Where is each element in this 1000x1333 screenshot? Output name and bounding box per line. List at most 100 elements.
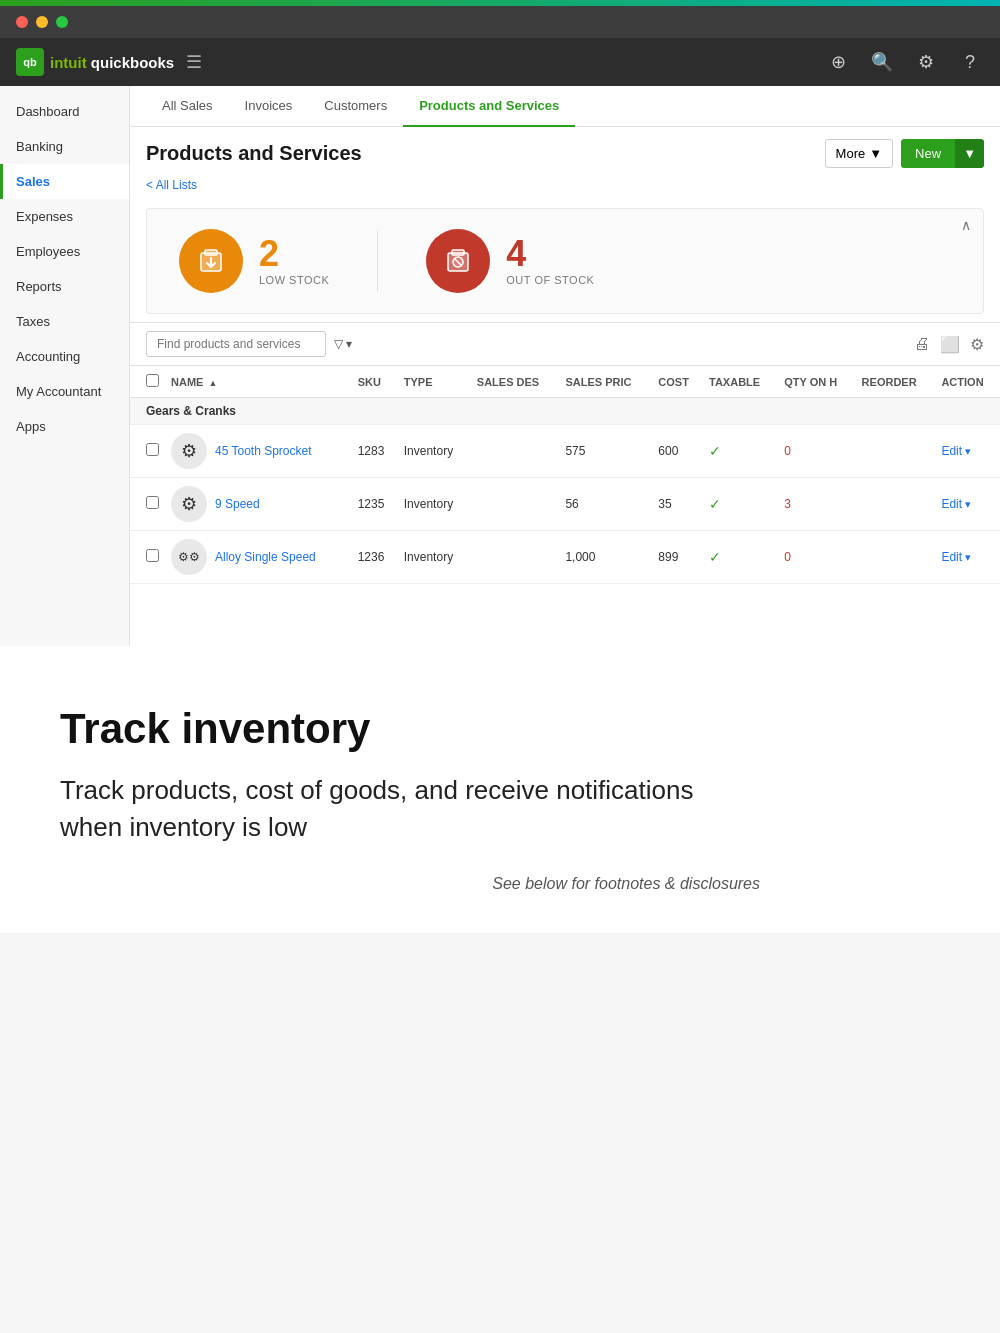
table-toolbar: ▽ ▾ 🖨 ⬜ ⚙: [130, 322, 1000, 365]
maximize-dot[interactable]: [56, 16, 68, 28]
page-header: Products and Services More ▼ New ▼: [130, 127, 1000, 176]
sidebar-item-sales[interactable]: Sales: [0, 164, 129, 199]
minimize-dot[interactable]: [36, 16, 48, 28]
tab-products-and-services[interactable]: Products and Services: [403, 86, 575, 127]
sidebar-item-taxes[interactable]: Taxes: [0, 304, 129, 339]
sidebar-item-reports[interactable]: Reports: [0, 269, 129, 304]
row2-edit-link[interactable]: Edit: [941, 497, 962, 511]
row1-checkbox[interactable]: [146, 443, 159, 456]
top-nav: qb intuit quickbooks ☰ ⊕ 🔍 ⚙ ?: [0, 38, 1000, 86]
row3-reorder: [856, 531, 936, 584]
low-stock-icon: [179, 229, 243, 293]
add-icon[interactable]: ⊕: [824, 48, 852, 76]
select-all-checkbox[interactable]: [146, 374, 159, 387]
search-icon[interactable]: 🔍: [868, 48, 896, 76]
new-button[interactable]: New: [901, 139, 955, 168]
out-of-stock-stat: 4 OUT OF STOCK: [426, 229, 594, 293]
col-reorder[interactable]: REORDER: [856, 366, 936, 398]
tab-invoices[interactable]: Invoices: [229, 86, 309, 127]
help-icon[interactable]: ?: [956, 48, 984, 76]
low-stock-label: LOW STOCK: [259, 274, 329, 286]
sidebar-item-apps[interactable]: Apps: [0, 409, 129, 444]
row3-sales-desc: [471, 531, 560, 584]
col-name[interactable]: NAME ▲: [165, 366, 352, 398]
row3-sales-price: 1,000: [559, 531, 652, 584]
row2-action-cell: Edit ▾: [935, 478, 1000, 531]
sidebar-item-dashboard[interactable]: Dashboard: [0, 94, 129, 129]
col-sales-desc[interactable]: SALES DES: [471, 366, 560, 398]
export-icon[interactable]: ⬜: [940, 335, 960, 354]
sidebar-item-expenses[interactable]: Expenses: [0, 199, 129, 234]
sidebar-item-banking[interactable]: Banking: [0, 129, 129, 164]
row2-type: Inventory: [398, 478, 471, 531]
table-row: ⚙ 9 Speed 1235 Inventory 56 35 ✓ 3: [130, 478, 1000, 531]
row1-edit-link[interactable]: Edit: [941, 444, 962, 458]
marketing-section: Track inventory Track products, cost of …: [0, 646, 1000, 933]
row3-taxable-check: ✓: [709, 549, 721, 565]
col-taxable[interactable]: TAXABLE: [703, 366, 778, 398]
row2-edit-arrow-icon[interactable]: ▾: [965, 498, 971, 510]
more-button[interactable]: More ▼: [825, 139, 894, 168]
row2-name-cell: ⚙ 9 Speed: [165, 478, 352, 531]
col-cost[interactable]: COST: [652, 366, 703, 398]
gear-icon[interactable]: ⚙: [912, 48, 940, 76]
print-icon[interactable]: 🖨: [914, 335, 930, 354]
row3-checkbox-cell: [130, 531, 165, 584]
col-type[interactable]: TYPE: [398, 366, 471, 398]
search-input[interactable]: [146, 331, 326, 357]
col-qty-on-hand[interactable]: QTY ON H: [778, 366, 855, 398]
row2-sales-price: 56: [559, 478, 652, 531]
row1-checkbox-cell: [130, 425, 165, 478]
col-sku[interactable]: SKU: [352, 366, 398, 398]
product-group-row: Gears & Cranks: [130, 398, 1000, 425]
tab-bar: All Sales Invoices Customers Products an…: [130, 86, 1000, 127]
row1-sales-price: 575: [559, 425, 652, 478]
row3-qty-value: 0: [784, 550, 791, 564]
row2-sales-desc: [471, 478, 560, 531]
svg-rect-3: [452, 250, 464, 255]
breadcrumb[interactable]: All Lists: [130, 176, 1000, 200]
tab-all-sales[interactable]: All Sales: [146, 86, 229, 127]
row1-cost: 600: [652, 425, 703, 478]
hamburger-icon[interactable]: ☰: [186, 51, 202, 73]
filter-icon: ▽: [334, 337, 343, 351]
qb-brand-text: intuit quickbooks: [50, 54, 174, 71]
out-of-stock-icon: [426, 229, 490, 293]
row3-edit-link[interactable]: Edit: [941, 550, 962, 564]
row3-sku: 1236: [352, 531, 398, 584]
close-dot[interactable]: [16, 16, 28, 28]
row3-name-cell: ⚙⚙ Alloy Single Speed: [165, 531, 352, 584]
out-of-stock-number: 4: [506, 236, 594, 272]
sidebar-item-my-accountant[interactable]: My Accountant: [0, 374, 129, 409]
row1-sku: 1283: [352, 425, 398, 478]
low-stock-info: 2 LOW STOCK: [259, 236, 329, 286]
sidebar-item-employees[interactable]: Employees: [0, 234, 129, 269]
collapse-banner-icon[interactable]: ∧: [961, 217, 971, 233]
row1-taxable: ✓: [703, 425, 778, 478]
sidebar-item-accounting[interactable]: Accounting: [0, 339, 129, 374]
row2-checkbox-cell: [130, 478, 165, 531]
row3-edit-arrow-icon[interactable]: ▾: [965, 551, 971, 563]
tab-customers[interactable]: Customers: [308, 86, 403, 127]
row2-checkbox[interactable]: [146, 496, 159, 509]
content-area: All Sales Invoices Customers Products an…: [130, 86, 1000, 646]
row3-taxable: ✓: [703, 531, 778, 584]
app-container: qb intuit quickbooks ☰ ⊕ 🔍 ⚙ ? Dashboard…: [0, 38, 1000, 646]
out-of-stock-info: 4 OUT OF STOCK: [506, 236, 594, 286]
table-row: ⚙ 45 Tooth Sprocket 1283 Inventory 575 6…: [130, 425, 1000, 478]
stats-banner: 2 LOW STOCK 4: [146, 208, 984, 314]
row2-product-name[interactable]: 9 Speed: [215, 497, 260, 511]
row3-product-name[interactable]: Alloy Single Speed: [215, 550, 316, 564]
row2-taxable-check: ✓: [709, 496, 721, 512]
row1-product-name[interactable]: 45 Tooth Sprocket: [215, 444, 312, 458]
row3-checkbox[interactable]: [146, 549, 159, 562]
row2-qty-value: 3: [784, 497, 791, 511]
filter-button[interactable]: ▽ ▾: [334, 337, 352, 351]
col-sales-price[interactable]: SALES PRIC: [559, 366, 652, 398]
row1-edit-arrow-icon[interactable]: ▾: [965, 445, 971, 457]
new-button-arrow[interactable]: ▼: [955, 139, 984, 168]
quickbooks-logo: qb intuit quickbooks: [16, 48, 174, 76]
settings-icon[interactable]: ⚙: [970, 335, 984, 354]
marketing-title: Track inventory: [60, 706, 940, 752]
row1-taxable-check: ✓: [709, 443, 721, 459]
